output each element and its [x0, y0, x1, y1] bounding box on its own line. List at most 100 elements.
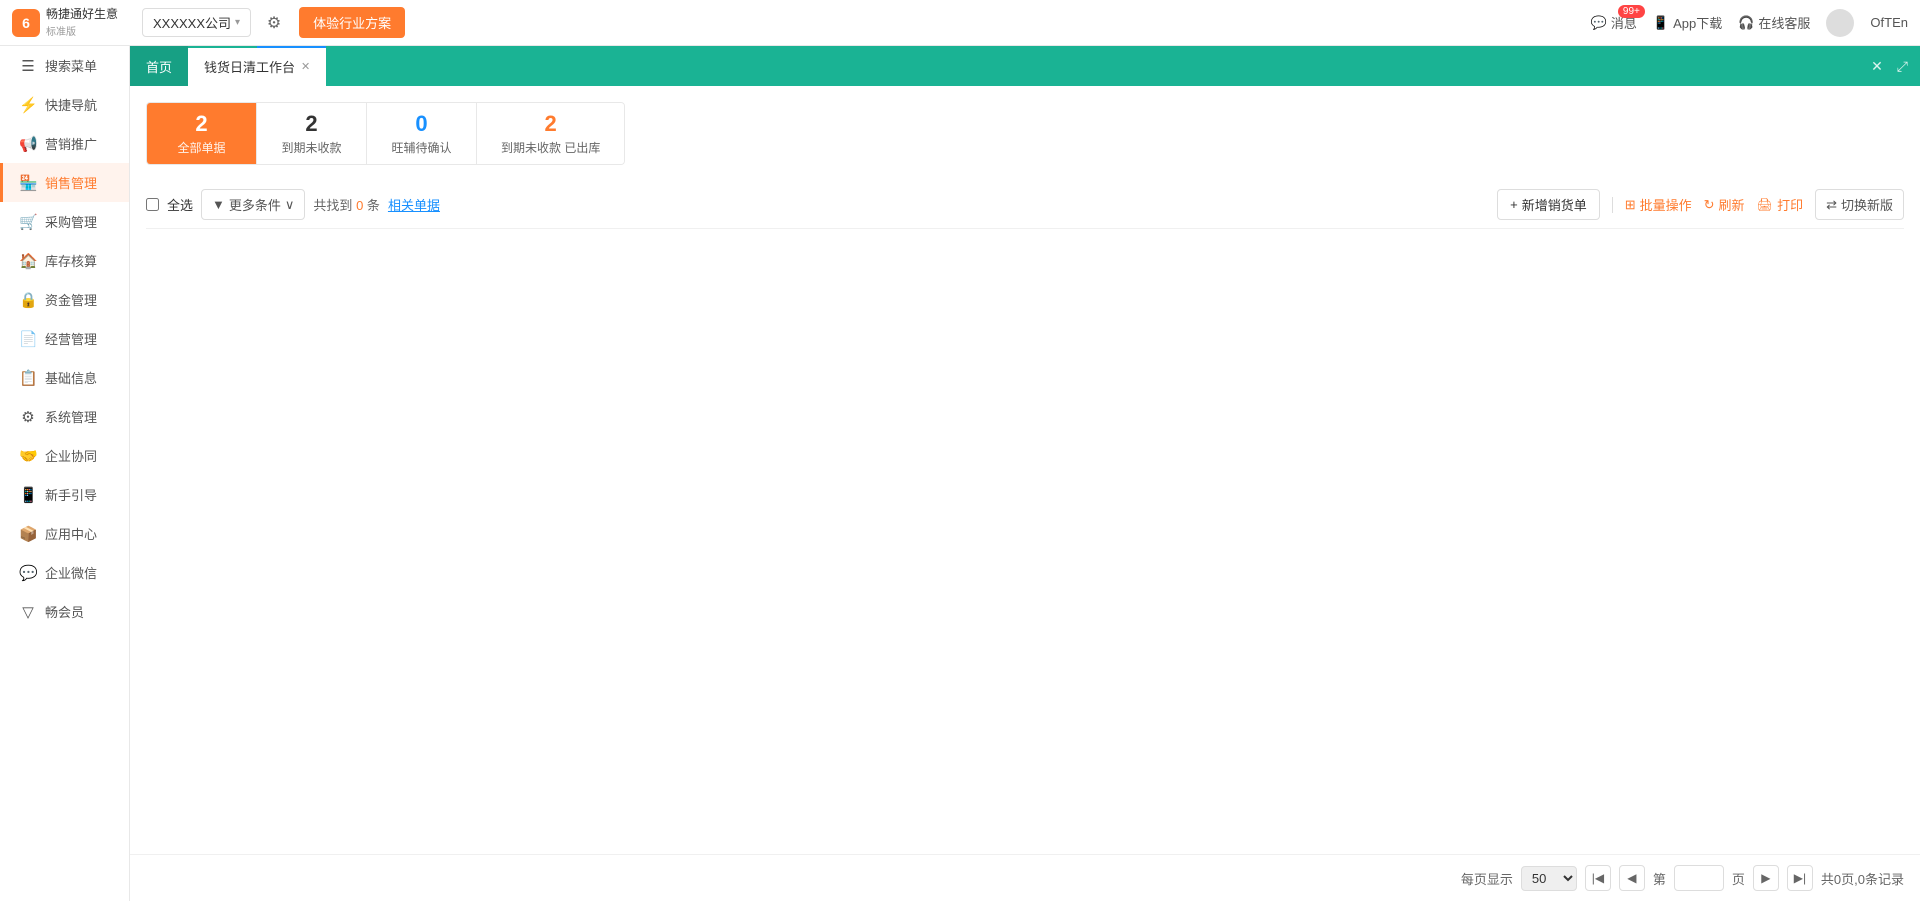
found-text: 共找到 0 条 — [313, 195, 380, 214]
sales-icon: 🏪 — [19, 174, 37, 192]
user-name[interactable]: OfTEn — [1870, 15, 1908, 30]
last-page-button[interactable]: ▶| — [1787, 865, 1813, 891]
user-avatar[interactable] — [1826, 9, 1854, 37]
sidebar-item-sales[interactable]: 🏪 销售管理 — [0, 163, 129, 202]
basic-info-icon: 📋 — [19, 369, 37, 387]
batch-operation-button[interactable]: ⊞ 批量操作 — [1625, 195, 1692, 214]
sidebar-item-label: 新手引导 — [45, 485, 97, 504]
sidebar-item-label: 系统管理 — [45, 407, 97, 426]
related-records-link[interactable]: 相关单据 — [388, 195, 440, 214]
page-label-post: 页 — [1732, 869, 1745, 888]
stat-count-all: 2 — [171, 111, 232, 137]
sidebar-item-wechat[interactable]: 💬 企业微信 — [0, 553, 129, 592]
app-download-button[interactable]: 📱 App下载 — [1653, 13, 1722, 32]
page-number-input[interactable]: 1 — [1674, 865, 1724, 891]
wechat-icon: 💬 — [19, 564, 37, 582]
stat-tab-overdue[interactable]: 2 到期未收款 — [257, 103, 367, 164]
inventory-icon: 🏠 — [19, 252, 37, 270]
stat-tab-pending[interactable]: 0 旺辅待确认 — [367, 103, 477, 164]
settings-button[interactable]: ⚙ — [259, 8, 289, 38]
toolbar-left: 全选 ▼ 更多条件 ∨ 共找到 0 条 相关单据 — [146, 189, 440, 220]
maximize-tab-button[interactable]: ⤢ — [1893, 56, 1912, 77]
sidebar: ☰ 搜索菜单 ⚡ 快捷导航 📢 营销推广 🏪 销售管理 🛒 采购管理 🏠 库存核… — [0, 46, 130, 901]
tab-bar-actions: ✕ ⤢ — [1867, 56, 1920, 77]
found-count: 0 — [356, 198, 363, 213]
page-size-select[interactable]: 50 10 20 100 — [1521, 866, 1577, 891]
sidebar-item-system[interactable]: ⚙ 系统管理 — [0, 397, 129, 436]
sidebar-item-operation[interactable]: 📄 经营管理 — [0, 319, 129, 358]
select-all-label: 全选 — [167, 195, 193, 214]
sidebar-item-enterprise[interactable]: 🤝 企业协同 — [0, 436, 129, 475]
app-badge: 标准版 — [46, 23, 118, 38]
switch-icon: ⇄ — [1826, 197, 1837, 213]
next-page-button[interactable]: ▶ — [1753, 865, 1779, 891]
trial-button[interactable]: 体验行业方案 — [299, 7, 405, 38]
tab-bar: 首页 钱货日清工作台 ✕ ✕ ⤢ — [130, 46, 1920, 86]
top-header: 6 畅捷通好生意 标准版 XXXXXX公司 ▾ ⚙ 体验行业方案 💬 消息 99… — [0, 0, 1920, 46]
sidebar-item-label: 企业协同 — [45, 446, 97, 465]
company-selector[interactable]: XXXXXX公司 ▾ — [142, 8, 251, 37]
gear-icon: ⚙ — [267, 13, 281, 33]
prev-page-button[interactable]: ◀ — [1619, 865, 1645, 891]
logo-icon: 6 — [12, 9, 40, 37]
app-name: 畅捷通好生意 — [46, 7, 118, 23]
main-content: 2 全部单据 2 到期未收款 0 旺辅待确认 2 到期未收款 已出库 全选 — [130, 86, 1920, 901]
pagination-bar: 每页显示 50 10 20 100 |◀ ◀ 第 1 页 ▶ ▶| 共0页,0条… — [130, 854, 1920, 901]
new-btn-label: 新增销货单 — [1522, 195, 1587, 214]
close-tab-icon[interactable]: ✕ — [301, 60, 310, 73]
guide-icon: 📱 — [19, 486, 37, 504]
sidebar-item-marketing[interactable]: 📢 营销推广 — [0, 124, 129, 163]
refresh-button[interactable]: ↻ 刷新 — [1704, 195, 1745, 214]
sidebar-item-label: 库存核算 — [45, 251, 97, 270]
select-all-checkbox[interactable] — [146, 198, 159, 211]
stat-tab-overdue-out[interactable]: 2 到期未收款 已出库 — [477, 103, 624, 164]
tab-home-label: 首页 — [146, 57, 172, 76]
sidebar-item-purchase[interactable]: 🛒 采购管理 — [0, 202, 129, 241]
ofTEn-label: OfTEn — [1870, 15, 1908, 30]
stat-count-overdue-out: 2 — [501, 111, 600, 137]
plus-icon: + — [1510, 197, 1518, 212]
sidebar-item-member[interactable]: ▽ 畅会员 — [0, 592, 129, 631]
stat-tab-all[interactable]: 2 全部单据 — [147, 103, 257, 164]
sidebar-item-label: 快捷导航 — [45, 95, 97, 114]
company-name: XXXXXX公司 — [153, 13, 231, 32]
tab-home[interactable]: 首页 — [130, 46, 188, 86]
toolbar: 全选 ▼ 更多条件 ∨ 共找到 0 条 相关单据 + 新增销货单 — [146, 181, 1904, 229]
sidebar-item-label: 基础信息 — [45, 368, 97, 387]
sidebar-item-guide[interactable]: 📱 新手引导 — [0, 475, 129, 514]
system-icon: ⚙ — [19, 408, 37, 426]
online-service-button[interactable]: 🎧 在线客服 — [1738, 13, 1810, 32]
sidebar-item-basic-info[interactable]: 📋 基础信息 — [0, 358, 129, 397]
sidebar-item-finance[interactable]: 🔒 资金管理 — [0, 280, 129, 319]
sidebar-item-inventory[interactable]: 🏠 库存核算 — [0, 241, 129, 280]
filter-icon: ▼ — [212, 197, 225, 212]
total-info: 共0页,0条记录 — [1821, 869, 1904, 888]
page-size-label: 每页显示 — [1461, 869, 1513, 888]
sidebar-item-app-center[interactable]: 📦 应用中心 — [0, 514, 129, 553]
toolbar-right: + 新增销货单 ⊞ 批量操作 ↻ 刷新 🖨 打印 ⇄ 切 — [1497, 189, 1904, 220]
message-icon: 💬 — [1591, 15, 1607, 31]
sidebar-item-search-menu[interactable]: ☰ 搜索菜单 — [0, 46, 129, 85]
filter-arrow-icon: ∨ — [285, 197, 295, 213]
download-icon: 📱 — [1653, 15, 1669, 31]
search-menu-icon: ☰ — [19, 57, 37, 75]
finance-icon: 🔒 — [19, 291, 37, 309]
new-sales-order-button[interactable]: + 新增销货单 — [1497, 189, 1600, 220]
divider — [1612, 197, 1613, 213]
print-button[interactable]: 🖨 打印 — [1757, 195, 1804, 214]
purchase-icon: 🛒 — [19, 213, 37, 231]
sidebar-item-quick-nav[interactable]: ⚡ 快捷导航 — [0, 85, 129, 124]
message-button[interactable]: 💬 消息 99+ — [1591, 13, 1637, 32]
switch-version-button[interactable]: ⇄ 切换新版 — [1815, 189, 1904, 220]
operation-icon: 📄 — [19, 330, 37, 348]
first-page-button[interactable]: |◀ — [1585, 865, 1611, 891]
sidebar-item-label: 销售管理 — [45, 173, 97, 192]
tab-work[interactable]: 钱货日清工作台 ✕ — [188, 46, 326, 86]
refresh-label: 刷新 — [1719, 195, 1745, 214]
filter-button[interactable]: ▼ 更多条件 ∨ — [201, 189, 305, 220]
batch-icon: ⊞ — [1625, 197, 1636, 213]
close-tab-button[interactable]: ✕ — [1867, 56, 1887, 77]
sidebar-item-label: 资金管理 — [45, 290, 97, 309]
logo-area: 6 畅捷通好生意 标准版 — [12, 7, 142, 38]
stat-label-all: 全部单据 — [171, 139, 232, 156]
